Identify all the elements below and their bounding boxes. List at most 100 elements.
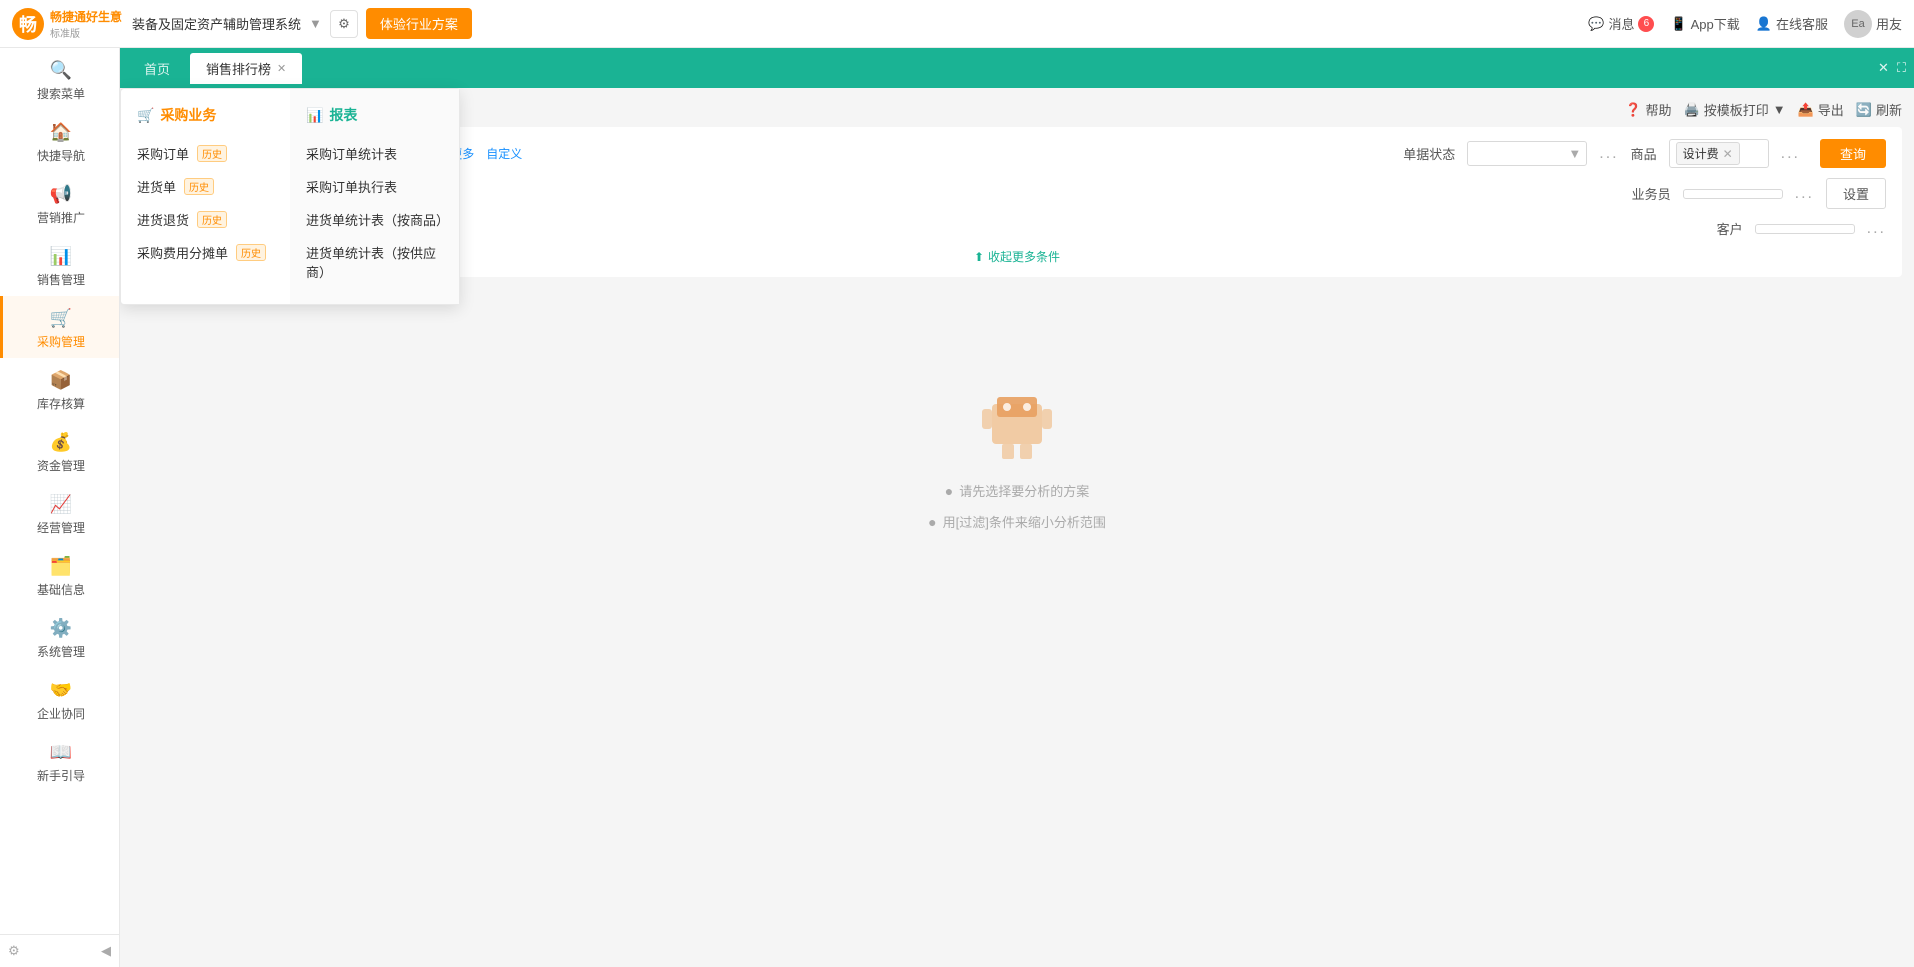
- inbound-return-hist: 历史: [197, 211, 227, 228]
- empty-state: ● 请先选择要分析的方案 ● 用[过滤]条件来缩小分析范围: [132, 289, 1902, 611]
- main-layout: 🔍 搜索菜单 🏠 快捷导航 📢 营销推广 📊 销售管理 🛒 采购管理 📦 库存核…: [0, 48, 1914, 967]
- help-icon: ❓: [1625, 102, 1641, 118]
- print-dropdown-icon: ▼: [1773, 102, 1786, 117]
- purchase-order-hist: 历史: [197, 145, 227, 162]
- cooperation-icon: 🤝: [50, 680, 72, 701]
- sidebar-item-home[interactable]: 🏠 快捷导航: [0, 110, 119, 172]
- goods-label: 商品: [1631, 144, 1657, 163]
- system-icon: ⚙️: [50, 618, 72, 639]
- salesperson-label: 业务员: [1632, 184, 1671, 203]
- industry-button[interactable]: 体验行业方案: [366, 8, 472, 39]
- tab-sales-rank[interactable]: 销售排行榜 ✕: [190, 53, 302, 84]
- system-title: 装备及固定资产辅助管理系统: [132, 14, 301, 33]
- user-avatar: Ea: [1844, 10, 1872, 38]
- sidebar-item-search[interactable]: 🔍 搜索菜单: [0, 48, 119, 110]
- sidebar-settings-btn[interactable]: ⚙: [8, 943, 20, 959]
- sidebar-bottom: ⚙ ◀: [0, 934, 119, 967]
- help-btn[interactable]: ❓ 帮助: [1625, 100, 1671, 119]
- message-badge: 6: [1638, 16, 1654, 32]
- top-header: 畅 畅捷通好生意 标准版 装备及固定资产辅助管理系统 ▼ ⚙ 体验行业方案 💬 …: [0, 0, 1914, 48]
- purchase-order-exec-item[interactable]: 采购订单执行表: [306, 170, 443, 203]
- purchase-expense-item[interactable]: 采购费用分摊单 历史: [137, 236, 274, 269]
- inbound-return-item[interactable]: 进货退货 历史: [137, 203, 274, 236]
- sidebar-item-marketing[interactable]: 📢 营销推广: [0, 172, 119, 234]
- settings-button[interactable]: 设置: [1826, 178, 1886, 209]
- goods-tag-close[interactable]: ✕: [1723, 147, 1733, 161]
- sidebar-item-sales[interactable]: 📊 销售管理: [0, 234, 119, 296]
- sidebar-item-cooperation[interactable]: 🤝 企业协同: [0, 668, 119, 730]
- purchase-order-item[interactable]: 采购订单 历史: [137, 137, 274, 170]
- goods-filter-input[interactable]: 设计费 ✕: [1669, 139, 1769, 168]
- bill-status-dots[interactable]: ...: [1599, 145, 1618, 163]
- collapse-button[interactable]: ⬆ 收起更多条件: [974, 248, 1060, 265]
- query-actions: 查询: [1820, 139, 1886, 168]
- tabs-and-content: 首页 销售排行榜 ✕ ✕ ⛶ 🛒 采购业务: [120, 48, 1914, 967]
- sidebar-item-guide[interactable]: 📖 新手引导: [0, 730, 119, 792]
- print-template-btn[interactable]: 🖨️ 按模板打印 ▼: [1684, 100, 1786, 119]
- service-icon: 👤: [1756, 16, 1772, 32]
- online-service-item[interactable]: 👤 在线客服: [1756, 14, 1828, 33]
- sidebar-item-basic-info[interactable]: 🗂️ 基础信息: [0, 544, 119, 606]
- tabs-controls: ✕ ⛶: [1878, 60, 1906, 76]
- goods-tag: 设计费 ✕: [1676, 142, 1740, 165]
- marketing-icon: 📢: [50, 184, 72, 205]
- tabs-bar: 首页 销售排行榜 ✕ ✕ ⛶: [120, 48, 1914, 88]
- content-area: 首页 销售排行榜 ✕ ✕ ⛶ 🛒 采购业务: [120, 48, 1914, 967]
- search-icon: 🔍: [50, 60, 72, 81]
- mobile-icon: 📱: [1670, 16, 1686, 32]
- sidebar-item-purchase[interactable]: 🛒 采购管理: [0, 296, 119, 358]
- message-item[interactable]: 💬 消息 6: [1588, 14, 1654, 33]
- salesperson-dots[interactable]: ...: [1795, 185, 1814, 203]
- purchase-business-title: 🛒 采购业务: [137, 105, 274, 125]
- bill-status-select-wrap: ▼: [1467, 141, 1587, 166]
- tab-expand-icon[interactable]: ⛶: [1897, 60, 1906, 76]
- logo-icon: 畅: [12, 8, 44, 40]
- export-icon: 📤: [1798, 102, 1814, 118]
- empty-hint-1: ● 请先选择要分析的方案: [945, 481, 1089, 500]
- logo-text: 畅捷通好生意 标准版: [50, 8, 122, 40]
- sales-icon: 📊: [50, 246, 72, 267]
- bill-status-select[interactable]: [1467, 141, 1587, 166]
- date-custom-btn[interactable]: 自定义: [486, 145, 522, 162]
- system-dropdown-icon[interactable]: ▼: [309, 16, 322, 31]
- tab-home[interactable]: 首页: [128, 53, 186, 84]
- system-title-area: 装备及固定资产辅助管理系统 ▼ ⚙ 体验行业方案: [132, 8, 1588, 39]
- report-col: 📊 报表 采购订单统计表 采购订单执行表 进货单统计表（按商品） 进货单统计表（…: [290, 89, 459, 304]
- purchase-icon: 🛒: [50, 308, 72, 329]
- logo-area: 畅 畅捷通好生意 标准版: [12, 8, 132, 40]
- report-title: 📊 报表: [306, 105, 443, 125]
- inbound-hist: 历史: [184, 178, 214, 195]
- query-button[interactable]: 查询: [1820, 139, 1886, 168]
- home-icon: 🏠: [50, 122, 72, 143]
- purchase-business-icon: 🛒: [137, 107, 154, 124]
- sidebar-collapse-btn[interactable]: ◀: [101, 943, 111, 959]
- purchase-business-col: 🛒 采购业务 采购订单 历史 进货单 历史 进货退货 历史: [121, 89, 290, 304]
- tab-close-icon[interactable]: ✕: [277, 62, 286, 75]
- sidebar-item-system[interactable]: ⚙️ 系统管理: [0, 606, 119, 668]
- finance-icon: 💰: [50, 432, 72, 453]
- settings-icon-button[interactable]: ⚙: [330, 10, 358, 38]
- refresh-btn[interactable]: 🔄 刷新: [1856, 100, 1902, 119]
- report-icon: 📊: [306, 107, 323, 124]
- message-icon: 💬: [1588, 16, 1604, 32]
- customer-label: 客户: [1717, 219, 1743, 238]
- app-download-item[interactable]: 📱 App下载: [1670, 14, 1739, 33]
- customer-dots[interactable]: ...: [1867, 220, 1886, 238]
- inbound-stat-goods-item[interactable]: 进货单统计表（按商品）: [306, 203, 443, 236]
- sidebar-item-finance[interactable]: 💰 资金管理: [0, 420, 119, 482]
- inbound-item[interactable]: 进货单 历史: [137, 170, 274, 203]
- inbound-stat-supplier-item[interactable]: 进货单统计表（按供应商）: [306, 236, 443, 288]
- salesperson-input[interactable]: [1683, 189, 1783, 199]
- export-btn[interactable]: 📤 导出: [1798, 100, 1844, 119]
- customer-input[interactable]: [1755, 224, 1855, 234]
- header-right: 💬 消息 6 📱 App下载 👤 在线客服 Ea 用友: [1588, 10, 1902, 38]
- basic-info-icon: 🗂️: [50, 556, 72, 577]
- guide-icon: 📖: [50, 742, 72, 763]
- tab-close-all-icon[interactable]: ✕: [1878, 60, 1889, 76]
- goods-dots[interactable]: ...: [1781, 145, 1800, 163]
- user-item[interactable]: Ea 用友: [1844, 10, 1902, 38]
- purchase-order-stat-item[interactable]: 采购订单统计表: [306, 137, 443, 170]
- inventory-icon: 📦: [50, 370, 72, 391]
- sidebar-item-operation[interactable]: 📈 经营管理: [0, 482, 119, 544]
- sidebar-item-inventory[interactable]: 📦 库存核算: [0, 358, 119, 420]
